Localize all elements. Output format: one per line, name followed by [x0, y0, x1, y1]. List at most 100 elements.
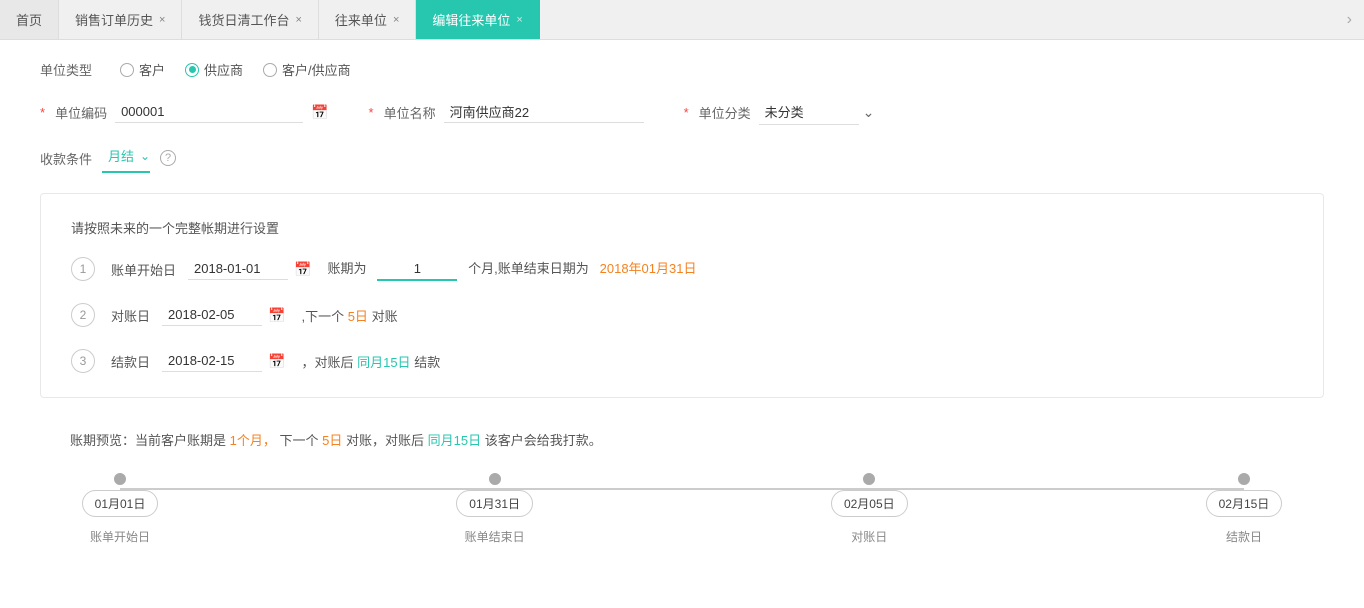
- period-num-2: 2: [71, 303, 95, 327]
- timeline-badge-2: 02月05日: [831, 490, 908, 517]
- unit-code-required: *: [40, 105, 45, 120]
- period-desc-suffix1: 个月,账单结束日期为: [468, 261, 589, 276]
- period-row-2: 2 对账日 📅 ,下一个 5日 对账: [71, 303, 1293, 327]
- field-unit-category: * 单位分类 未分类 ⌄: [684, 99, 875, 125]
- payment-value: 月结: [102, 143, 140, 168]
- period-row2-suffix: 对账: [372, 309, 398, 324]
- period-row2-highlight: 5日: [348, 309, 368, 324]
- tab-sales-history-label: 销售订单历史: [75, 10, 153, 29]
- unit-category-required: *: [684, 105, 689, 120]
- period-row3-suffix: 结款: [414, 355, 440, 370]
- period-row1-desc: 账期为 个月,账单结束日期为 2018年01月31日: [327, 258, 696, 281]
- field-unit-code: * 单位编码 📅: [40, 101, 329, 123]
- preview-highlight2: 5日: [322, 433, 342, 448]
- tab-bar: 首页 销售订单历史 × 钱货日清工作台 × 往来单位 × 编辑往来单位 × ›: [0, 0, 1364, 40]
- timeline-points: 01月01日 账单开始日 01月31日 账单结束日 02月05日 对账日 02月…: [80, 473, 1284, 545]
- period-row-1: 1 账单开始日 📅 账期为 个月,账单结束日期为 2018年01月31日: [71, 257, 1293, 281]
- radio-supplier[interactable]: 供应商: [185, 60, 243, 79]
- period-card: 请按照未来的一个完整帐期进行设置 1 账单开始日 📅 账期为 个月,账单结束日期…: [40, 193, 1324, 398]
- payment-condition-label: 收款条件: [40, 149, 92, 168]
- payment-chevron-icon[interactable]: ⌄: [140, 149, 150, 163]
- timeline-point-0: 01月01日 账单开始日: [80, 473, 160, 545]
- field-row-main: * 单位编码 📅 * 单位名称 * 单位分类 未分类 ⌄: [40, 99, 1324, 125]
- period-label-1: 账单开始日: [111, 260, 176, 279]
- payment-date-icon[interactable]: 📅: [268, 353, 285, 370]
- radio-both-circle: [263, 63, 277, 77]
- tab-counterparty[interactable]: 往来单位 ×: [319, 0, 416, 39]
- start-date-input[interactable]: [188, 258, 288, 280]
- timeline-container: 01月01日 账单开始日 01月31日 账单结束日 02月05日 对账日 02月…: [70, 473, 1294, 545]
- preview-highlight3: 同月15日: [428, 433, 481, 448]
- tab-cash-workbench-label: 钱货日清工作台: [198, 10, 289, 29]
- tab-sales-history[interactable]: 销售订单历史 ×: [59, 0, 182, 39]
- unit-type-label: 单位类型: [40, 60, 92, 79]
- reconcile-date-icon[interactable]: 📅: [268, 307, 285, 324]
- radio-supplier-label: 供应商: [204, 60, 243, 79]
- tab-home[interactable]: 首页: [0, 0, 59, 39]
- period-row3-desc: ，对账后 同月15日 结款: [301, 352, 440, 371]
- preview-prefix: 账期预览：当前客户账期是: [70, 433, 226, 448]
- preview-section: 账期预览：当前客户账期是 1个月， 下一个 5日 对账，对账后 同月15日 该客…: [40, 414, 1324, 561]
- unit-category-select[interactable]: 未分类 ⌄: [759, 99, 875, 125]
- main-content: 单位类型 客户 供应商 客户/供应商 * 单位编码 📅 * 单位名称: [0, 40, 1364, 608]
- timeline-badge-3: 02月15日: [1206, 490, 1283, 517]
- timeline-point-3: 02月15日 结款日: [1204, 473, 1284, 545]
- radio-both[interactable]: 客户/供应商: [263, 60, 351, 79]
- timeline-badge-1: 01月31日: [456, 490, 533, 517]
- radio-customer-label: 客户: [139, 60, 165, 79]
- period-card-title: 请按照未来的一个完整帐期进行设置: [71, 218, 1293, 237]
- unit-code-icon[interactable]: 📅: [311, 104, 328, 121]
- timeline-point-2: 02月05日 对账日: [829, 473, 909, 545]
- field-unit-name: * 单位名称: [369, 101, 644, 123]
- payment-select[interactable]: 月结 ⌄: [102, 143, 150, 173]
- payment-date-input[interactable]: [162, 350, 262, 372]
- period-month-input[interactable]: [377, 258, 457, 281]
- radio-both-label: 客户/供应商: [282, 60, 351, 79]
- timeline-badge-0: 01月01日: [82, 490, 159, 517]
- timeline-label-3: 结款日: [1226, 528, 1262, 545]
- period-label-3: 结款日: [111, 352, 150, 371]
- help-icon[interactable]: ?: [160, 150, 176, 166]
- reconcile-date-input[interactable]: [162, 304, 262, 326]
- tab-cash-workbench[interactable]: 钱货日清工作台 ×: [182, 0, 318, 39]
- timeline-dot-1: [489, 473, 501, 485]
- radio-supplier-circle: [185, 63, 199, 77]
- unit-category-value: 未分类: [759, 99, 859, 125]
- unit-category-chevron[interactable]: ⌄: [863, 104, 875, 121]
- period-label-2: 对账日: [111, 306, 150, 325]
- timeline-dot-3: [1238, 473, 1250, 485]
- unit-name-input[interactable]: [444, 101, 644, 123]
- timeline-label-2: 对账日: [851, 528, 887, 545]
- tab-counterparty-label: 往来单位: [335, 10, 387, 29]
- timeline-point-1: 01月31日 账单结束日: [455, 473, 535, 545]
- radio-supplier-dot: [189, 66, 196, 73]
- tab-edit-counterparty[interactable]: 编辑往来单位 ×: [416, 0, 539, 39]
- timeline-dot-2: [863, 473, 875, 485]
- timeline-label-0: 账单开始日: [90, 528, 150, 545]
- period-num-1: 1: [71, 257, 95, 281]
- preview-middle2: 对账，对账后: [346, 433, 424, 448]
- radio-customer-circle: [120, 63, 134, 77]
- unit-name-required: *: [369, 105, 374, 120]
- period-row2-prefix: ,下一个: [301, 309, 344, 324]
- tab-edit-counterparty-close[interactable]: ×: [516, 14, 522, 26]
- tab-edit-counterparty-label: 编辑往来单位: [432, 10, 510, 29]
- unit-code-input[interactable]: [115, 101, 303, 123]
- radio-customer[interactable]: 客户: [120, 60, 165, 79]
- timeline-dot-0: [114, 473, 126, 485]
- preview-highlight1: 1个月，: [230, 433, 276, 448]
- tab-home-label: 首页: [16, 10, 42, 29]
- unit-code-label: 单位编码: [55, 103, 107, 122]
- period-row3-highlight: 同月15日: [357, 355, 410, 370]
- period-row3-prefix: ，对账后: [301, 355, 353, 370]
- tab-expand-icon[interactable]: ›: [1335, 0, 1364, 39]
- period-row-3: 3 结款日 📅 ，对账后 同月15日 结款: [71, 349, 1293, 373]
- start-date-icon[interactable]: 📅: [294, 261, 311, 278]
- unit-type-row: 单位类型 客户 供应商 客户/供应商: [40, 60, 1324, 79]
- period-row2-desc: ,下一个 5日 对账: [301, 306, 397, 325]
- tab-counterparty-close[interactable]: ×: [393, 14, 399, 26]
- tab-cash-workbench-close[interactable]: ×: [295, 14, 301, 26]
- preview-middle: 下一个: [280, 433, 319, 448]
- tab-sales-history-close[interactable]: ×: [159, 14, 165, 26]
- preview-text: 账期预览：当前客户账期是 1个月， 下一个 5日 对账，对账后 同月15日 该客…: [70, 430, 1294, 449]
